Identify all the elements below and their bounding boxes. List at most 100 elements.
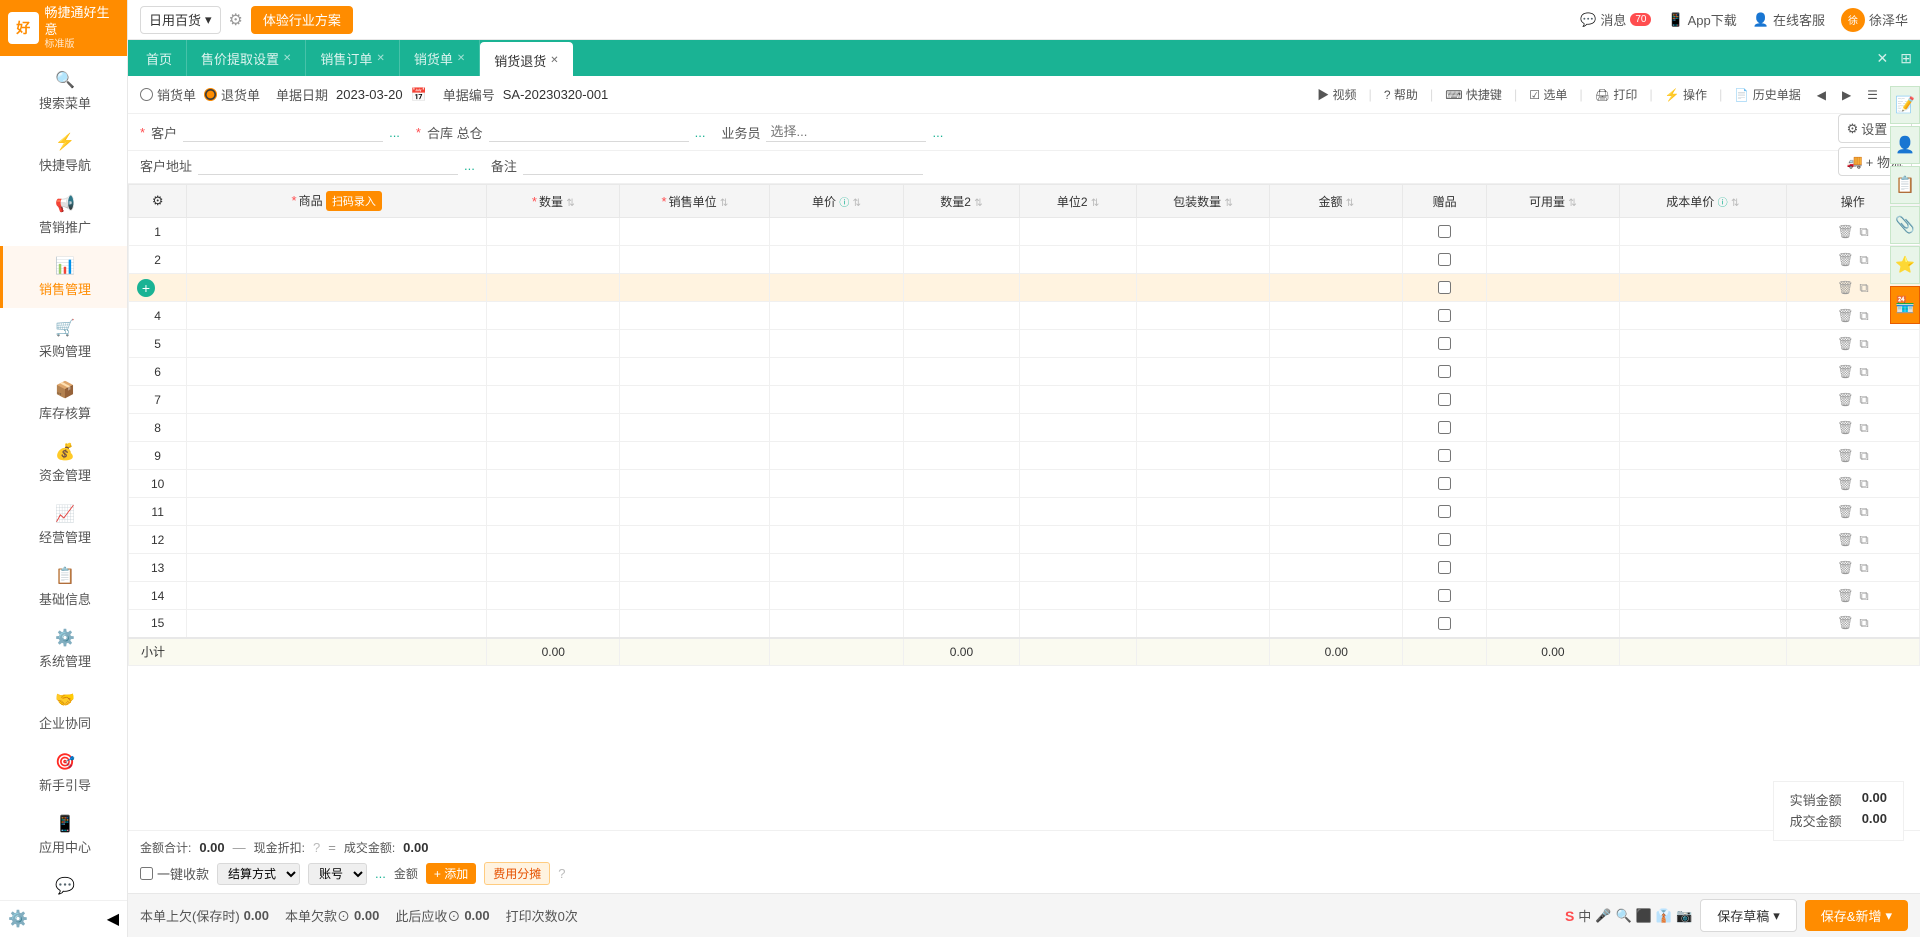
delete-row-icon[interactable]: 🗑 — [1837, 308, 1854, 324]
sidebar-item-newguide[interactable]: 🎯 新手引导 — [0, 742, 127, 804]
select-btn[interactable]: ☑ 选单 — [1525, 84, 1571, 105]
gift-checkbox-13[interactable] — [1438, 561, 1451, 574]
account-select[interactable]: 账号 — [308, 863, 367, 885]
copy-row-icon[interactable]: ⧉ — [1859, 448, 1868, 464]
operation-btn[interactable]: ⚡ 操作 — [1661, 84, 1711, 105]
shirt-icon[interactable]: 👔 — [1656, 908, 1672, 924]
next-record-btn[interactable]: ▶ — [1838, 86, 1855, 104]
gift-checkbox-1[interactable] — [1438, 225, 1451, 238]
copy-row-icon[interactable]: ⧉ — [1859, 420, 1868, 436]
history-btn[interactable]: 📄 历史单据 — [1730, 84, 1804, 105]
settings-bottom-icon[interactable]: ⚙️ — [8, 909, 28, 929]
help-btn[interactable]: ? 帮助 — [1380, 84, 1422, 105]
copy-row-icon[interactable]: ⧉ — [1859, 280, 1868, 296]
delete-row-icon[interactable]: 🗑 — [1837, 615, 1854, 631]
delete-row-icon[interactable]: 🗑 — [1837, 280, 1854, 296]
app-download-btn[interactable]: 📱 App下载 — [1667, 10, 1736, 29]
customer-select-btn[interactable]: ... — [389, 125, 400, 140]
delete-row-icon[interactable]: 🗑 — [1837, 336, 1854, 352]
sort-amount-icon[interactable]: ⇅ — [1346, 198, 1354, 209]
gift-checkbox-7[interactable] — [1438, 393, 1451, 406]
delete-row-icon[interactable]: 🗑 — [1837, 252, 1854, 268]
gift-checkbox-2[interactable] — [1438, 253, 1451, 266]
radio-sale[interactable]: 销货单 — [140, 85, 196, 104]
scan-input-btn[interactable]: 扫码录入 — [326, 191, 382, 211]
copy-row-icon[interactable]: ⧉ — [1859, 532, 1868, 548]
delete-row-icon[interactable]: 🗑 — [1837, 560, 1854, 576]
rfb-3[interactable]: 📋 — [1890, 166, 1920, 204]
product-input-active[interactable] — [195, 280, 478, 295]
sort-unit2-icon[interactable]: ⇅ — [1091, 198, 1099, 209]
gift-checkbox-5[interactable] — [1438, 337, 1451, 350]
staff-input[interactable] — [766, 122, 926, 142]
collapse-icon[interactable]: ◀ — [107, 909, 119, 929]
sort-qty2-icon[interactable]: ⇅ — [974, 198, 982, 209]
close-tab-sale-return[interactable]: ✕ — [550, 55, 558, 66]
tab-sale[interactable]: 销货单 ✕ — [400, 40, 480, 76]
settings-icon[interactable]: ⚙ — [229, 10, 243, 30]
sidebar-item-enterprise[interactable]: 🤝 企业协同 — [0, 680, 127, 742]
close-tab-sale-order[interactable]: ✕ — [376, 53, 384, 64]
copy-row-icon[interactable]: ⧉ — [1859, 476, 1868, 492]
prev-record-btn[interactable]: ◀ — [1813, 86, 1830, 104]
copy-row-icon[interactable]: ⧉ — [1859, 252, 1868, 268]
delete-row-icon[interactable]: 🗑 — [1837, 224, 1854, 240]
close-tab-price-setting[interactable]: ✕ — [283, 53, 291, 64]
mic-icon[interactable]: 🎤 — [1595, 908, 1611, 924]
customer-input[interactable] — [183, 122, 383, 142]
delete-row-icon[interactable]: 🗑 — [1837, 588, 1854, 604]
user-avatar[interactable]: 徐 徐泽华 — [1841, 8, 1908, 32]
gift-checkbox-4[interactable] — [1438, 309, 1451, 322]
address-input[interactable] — [198, 155, 458, 175]
sidebar-item-inventory[interactable]: 📦 库存核算 — [0, 370, 127, 432]
tab-sale-order[interactable]: 销售订单 ✕ — [306, 40, 399, 76]
gift-checkbox-12[interactable] — [1438, 533, 1451, 546]
delete-row-icon[interactable]: 🗑 — [1837, 476, 1854, 492]
sidebar-item-shortcut[interactable]: ⚡ 快捷导航 — [0, 122, 127, 184]
sort-cost-icon[interactable]: ⇅ — [1731, 198, 1739, 209]
view-toggle-list[interactable]: ☰ — [1863, 86, 1882, 104]
copy-row-icon[interactable]: ⧉ — [1859, 588, 1868, 604]
rfb-1[interactable]: 📝 — [1890, 86, 1920, 124]
delete-row-icon[interactable]: 🗑 — [1837, 392, 1854, 408]
experience-btn[interactable]: 体验行业方案 — [251, 6, 353, 34]
tab-price-setting[interactable]: 售价提取设置 ✕ — [187, 40, 306, 76]
gift-checkbox-6[interactable] — [1438, 365, 1451, 378]
sort-avail-icon[interactable]: ⇅ — [1568, 198, 1576, 209]
delete-row-icon[interactable]: 🗑 — [1837, 504, 1854, 520]
close-tab-sale[interactable]: ✕ — [457, 53, 465, 64]
copy-row-icon[interactable]: ⧉ — [1859, 615, 1868, 631]
sidebar-item-basic[interactable]: 📋 基础信息 — [0, 556, 127, 618]
account-more-btn[interactable]: ... — [375, 866, 386, 881]
copy-row-icon[interactable]: ⧉ — [1859, 392, 1868, 408]
tab-sale-return[interactable]: 销货退货 ✕ — [480, 42, 572, 78]
rfb-2[interactable]: 👤 — [1890, 126, 1920, 164]
delete-row-icon[interactable]: 🗑 — [1837, 364, 1854, 380]
radio-return[interactable]: 退货单 — [204, 85, 260, 104]
copy-row-icon[interactable]: ⧉ — [1859, 504, 1868, 520]
camera-icon[interactable]: 📷 — [1676, 908, 1692, 924]
sort-qty-icon[interactable]: ⇅ — [566, 198, 574, 209]
delete-row-icon[interactable]: 🗑 — [1837, 448, 1854, 464]
close-tab-btn[interactable]: ✕ — [1873, 48, 1893, 69]
warehouse-input[interactable] — [489, 122, 689, 142]
sidebar-item-appcenter[interactable]: 📱 应用中心 — [0, 804, 127, 866]
gift-checkbox-8[interactable] — [1438, 421, 1451, 434]
gift-checkbox-3[interactable] — [1438, 281, 1451, 294]
delete-row-icon[interactable]: 🗑 — [1837, 420, 1854, 436]
video-btn[interactable]: ▶ 视频 — [1313, 84, 1360, 105]
sidebar-item-wechat[interactable]: 💬 企业微信 — [0, 866, 127, 900]
expense-split-btn[interactable]: 费用分摊 — [484, 862, 550, 885]
sort-price-icon[interactable]: ⇅ — [853, 198, 861, 209]
copy-row-icon[interactable]: ⧉ — [1859, 336, 1868, 352]
copy-row-icon[interactable]: ⧉ — [1859, 224, 1868, 240]
rfb-4[interactable]: 📎 — [1890, 206, 1920, 244]
delete-row-icon[interactable]: 🗑 — [1837, 532, 1854, 548]
scan-icon[interactable]: 🔍 — [1616, 908, 1632, 924]
gift-checkbox-9[interactable] — [1438, 449, 1451, 462]
expand-tab-btn[interactable]: ⊞ — [1896, 48, 1916, 69]
message-btn[interactable]: 💬 消息 70 — [1580, 10, 1651, 29]
tab-home[interactable]: 首页 — [132, 40, 187, 76]
th-setting[interactable]: ⚙ — [129, 185, 187, 218]
sort-unit-icon[interactable]: ⇅ — [720, 198, 728, 209]
